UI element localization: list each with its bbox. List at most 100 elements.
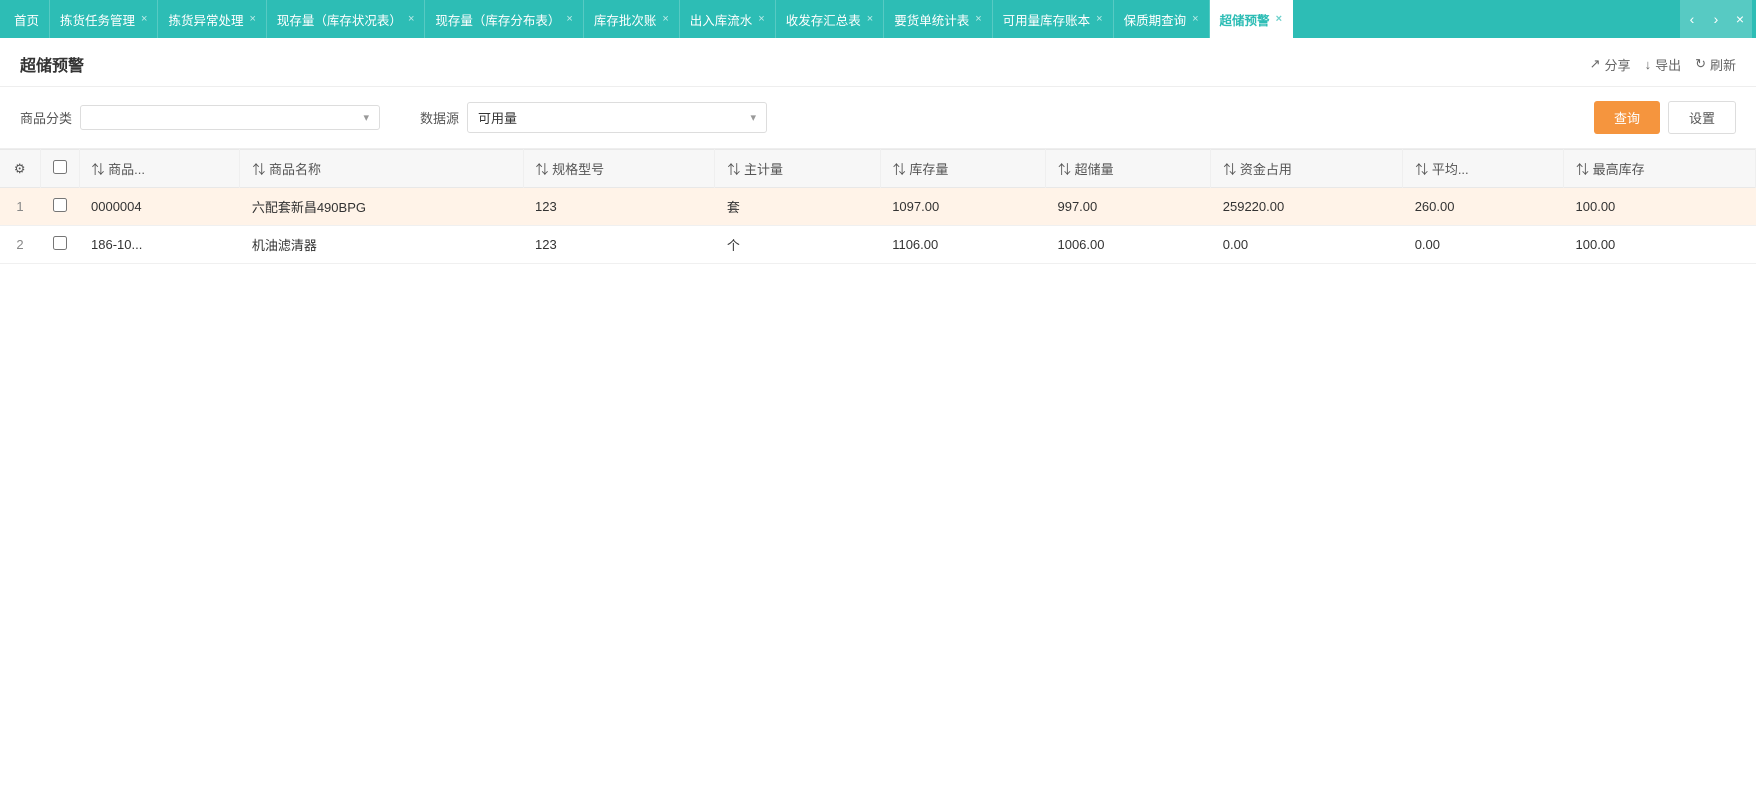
row-checkbox-cell[interactable] bbox=[40, 226, 79, 264]
row-checkbox[interactable] bbox=[53, 236, 67, 250]
category-label: 商品分类 bbox=[20, 108, 72, 127]
row-index: 2 bbox=[0, 226, 40, 264]
tab-close-icon[interactable]: × bbox=[141, 13, 147, 25]
row-avg: 0.00 bbox=[1403, 226, 1564, 264]
col-stock: ⇅ 库存量 bbox=[880, 150, 1045, 188]
chevron-down-icon-2: ▾ bbox=[751, 111, 757, 124]
nav-tab-10[interactable]: 保质期查询× bbox=[1114, 0, 1210, 38]
nav-tab-11[interactable]: 超储预警× bbox=[1210, 0, 1293, 38]
datasource-value: 可用量 bbox=[478, 108, 517, 127]
nav-tab-4[interactable]: 现存量（库存分布表）× bbox=[425, 0, 583, 38]
sort-icon-2: ⇅ bbox=[252, 162, 265, 177]
category-select[interactable]: ▾ bbox=[80, 105, 380, 130]
datasource-select[interactable]: 可用量 ▾ bbox=[467, 102, 767, 133]
export-label: 导出 bbox=[1655, 55, 1681, 74]
tab-close-icon[interactable]: × bbox=[975, 13, 981, 25]
top-nav: 首页拣货任务管理×拣货异常处理×现存量（库存状况表）×现存量（库存分布表）×库存… bbox=[0, 0, 1756, 38]
row-avg: 260.00 bbox=[1403, 188, 1564, 226]
sort-icon: ⇅ bbox=[92, 162, 105, 177]
sort-icon-8: ⇅ bbox=[1415, 162, 1428, 177]
nav-close-button[interactable]: × bbox=[1728, 0, 1752, 38]
sort-icon-7: ⇅ bbox=[1223, 162, 1236, 177]
row-stock: 1106.00 bbox=[880, 226, 1045, 264]
select-all-checkbox[interactable] bbox=[53, 160, 67, 174]
row-checkbox[interactable] bbox=[53, 198, 67, 212]
nav-tab-8[interactable]: 要货单统计表× bbox=[884, 0, 992, 38]
page-header: 超储预警 ↗ 分享 ↓ 导出 ↻ 刷新 bbox=[0, 38, 1756, 87]
row-stock: 1097.00 bbox=[880, 188, 1045, 226]
nav-tab-7[interactable]: 收发存汇总表× bbox=[776, 0, 884, 38]
col-name: ⇅ 商品名称 bbox=[240, 150, 523, 188]
tab-close-icon[interactable]: × bbox=[408, 13, 414, 25]
nav-tab-5[interactable]: 库存批次账× bbox=[584, 0, 680, 38]
col-capital: ⇅ 资金占用 bbox=[1211, 150, 1403, 188]
datasource-filter-group: 数据源 可用量 ▾ bbox=[420, 102, 767, 133]
gear-settings-col[interactable]: ⚙ bbox=[0, 150, 40, 188]
header-actions: ↗ 分享 ↓ 导出 ↻ 刷新 bbox=[1590, 55, 1736, 74]
sort-icon-6: ⇅ bbox=[1058, 162, 1071, 177]
tab-close-icon[interactable]: × bbox=[1276, 13, 1282, 25]
gear-icon: ⚙ bbox=[14, 161, 26, 176]
row-spec: 123 bbox=[523, 226, 715, 264]
col-unit: ⇅ 主计量 bbox=[715, 150, 880, 188]
tab-close-icon[interactable]: × bbox=[249, 13, 255, 25]
nav-tab-6[interactable]: 出入库流水× bbox=[680, 0, 776, 38]
table-body: 1 0000004 六配套新昌490BPG 123 套 1097.00 997.… bbox=[0, 188, 1756, 264]
data-table: ⚙ ⇅ 商品... ⇅ 商品名称 ⇅ 规格型号 ⇅ 主计量 bbox=[0, 149, 1756, 264]
row-name: 六配套新昌490BPG bbox=[240, 188, 523, 226]
sort-icon-5: ⇅ bbox=[893, 162, 906, 177]
filter-area: 商品分类 ▾ 数据源 可用量 ▾ 查询 设置 bbox=[0, 87, 1756, 149]
filter-actions: 查询 设置 bbox=[1594, 101, 1736, 134]
row-capital: 0.00 bbox=[1211, 226, 1403, 264]
settings-button[interactable]: 设置 bbox=[1668, 101, 1736, 134]
sort-icon-3: ⇅ bbox=[536, 162, 549, 177]
table-header: ⚙ ⇅ 商品... ⇅ 商品名称 ⇅ 规格型号 ⇅ 主计量 bbox=[0, 150, 1756, 188]
col-overstock: ⇅ 超储量 bbox=[1045, 150, 1210, 188]
export-icon: ↓ bbox=[1645, 57, 1652, 72]
tab-close-icon[interactable]: × bbox=[566, 13, 572, 25]
row-checkbox-cell[interactable] bbox=[40, 188, 79, 226]
row-unit: 个 bbox=[715, 226, 880, 264]
nav-tab-3[interactable]: 现存量（库存状况表）× bbox=[267, 0, 425, 38]
nav-tab-0[interactable]: 首页 bbox=[4, 0, 50, 38]
query-button[interactable]: 查询 bbox=[1594, 101, 1660, 134]
table-row: 1 0000004 六配套新昌490BPG 123 套 1097.00 997.… bbox=[0, 188, 1756, 226]
col-spec: ⇅ 规格型号 bbox=[523, 150, 715, 188]
share-label: 分享 bbox=[1605, 55, 1631, 74]
row-spec: 123 bbox=[523, 188, 715, 226]
row-capital: 259220.00 bbox=[1211, 188, 1403, 226]
tab-close-icon[interactable]: × bbox=[867, 13, 873, 25]
col-avg: ⇅ 平均... bbox=[1403, 150, 1564, 188]
tab-close-icon[interactable]: × bbox=[1096, 13, 1102, 25]
sort-icon-9: ⇅ bbox=[1576, 162, 1589, 177]
nav-next-button[interactable]: › bbox=[1704, 0, 1728, 38]
row-overstock: 997.00 bbox=[1045, 188, 1210, 226]
export-button[interactable]: ↓ 导出 bbox=[1645, 55, 1682, 74]
nav-tab-9[interactable]: 可用量库存账本× bbox=[993, 0, 1114, 38]
page-content: 超储预警 ↗ 分享 ↓ 导出 ↻ 刷新 商品分类 ▾ 数据源 bbox=[0, 38, 1756, 800]
nav-tab-1[interactable]: 拣货任务管理× bbox=[50, 0, 158, 38]
col-code: ⇅ 商品... bbox=[79, 150, 240, 188]
refresh-button[interactable]: ↻ 刷新 bbox=[1695, 55, 1736, 74]
share-button[interactable]: ↗ 分享 bbox=[1590, 55, 1631, 74]
datasource-label: 数据源 bbox=[420, 108, 459, 127]
tab-close-icon[interactable]: × bbox=[758, 13, 764, 25]
refresh-label: 刷新 bbox=[1710, 55, 1736, 74]
nav-prev-button[interactable]: ‹ bbox=[1680, 0, 1704, 38]
nav-tab-2[interactable]: 拣货异常处理× bbox=[158, 0, 266, 38]
row-code: 186-10... bbox=[79, 226, 240, 264]
sort-icon-4: ⇅ bbox=[727, 162, 740, 177]
col-maxstock: ⇅ 最高库存 bbox=[1564, 150, 1756, 188]
row-overstock: 1006.00 bbox=[1045, 226, 1210, 264]
category-filter-group: 商品分类 ▾ bbox=[20, 105, 380, 130]
row-maxstock: 100.00 bbox=[1564, 226, 1756, 264]
table-wrapper: ⚙ ⇅ 商品... ⇅ 商品名称 ⇅ 规格型号 ⇅ 主计量 bbox=[0, 149, 1756, 264]
row-code: 0000004 bbox=[79, 188, 240, 226]
tab-close-icon[interactable]: × bbox=[1192, 13, 1198, 25]
table-header-row: ⚙ ⇅ 商品... ⇅ 商品名称 ⇅ 规格型号 ⇅ 主计量 bbox=[0, 150, 1756, 188]
refresh-icon: ↻ bbox=[1695, 56, 1706, 72]
row-unit: 套 bbox=[715, 188, 880, 226]
share-icon: ↗ bbox=[1590, 56, 1601, 72]
select-all-col[interactable] bbox=[40, 150, 79, 188]
tab-close-icon[interactable]: × bbox=[662, 13, 668, 25]
